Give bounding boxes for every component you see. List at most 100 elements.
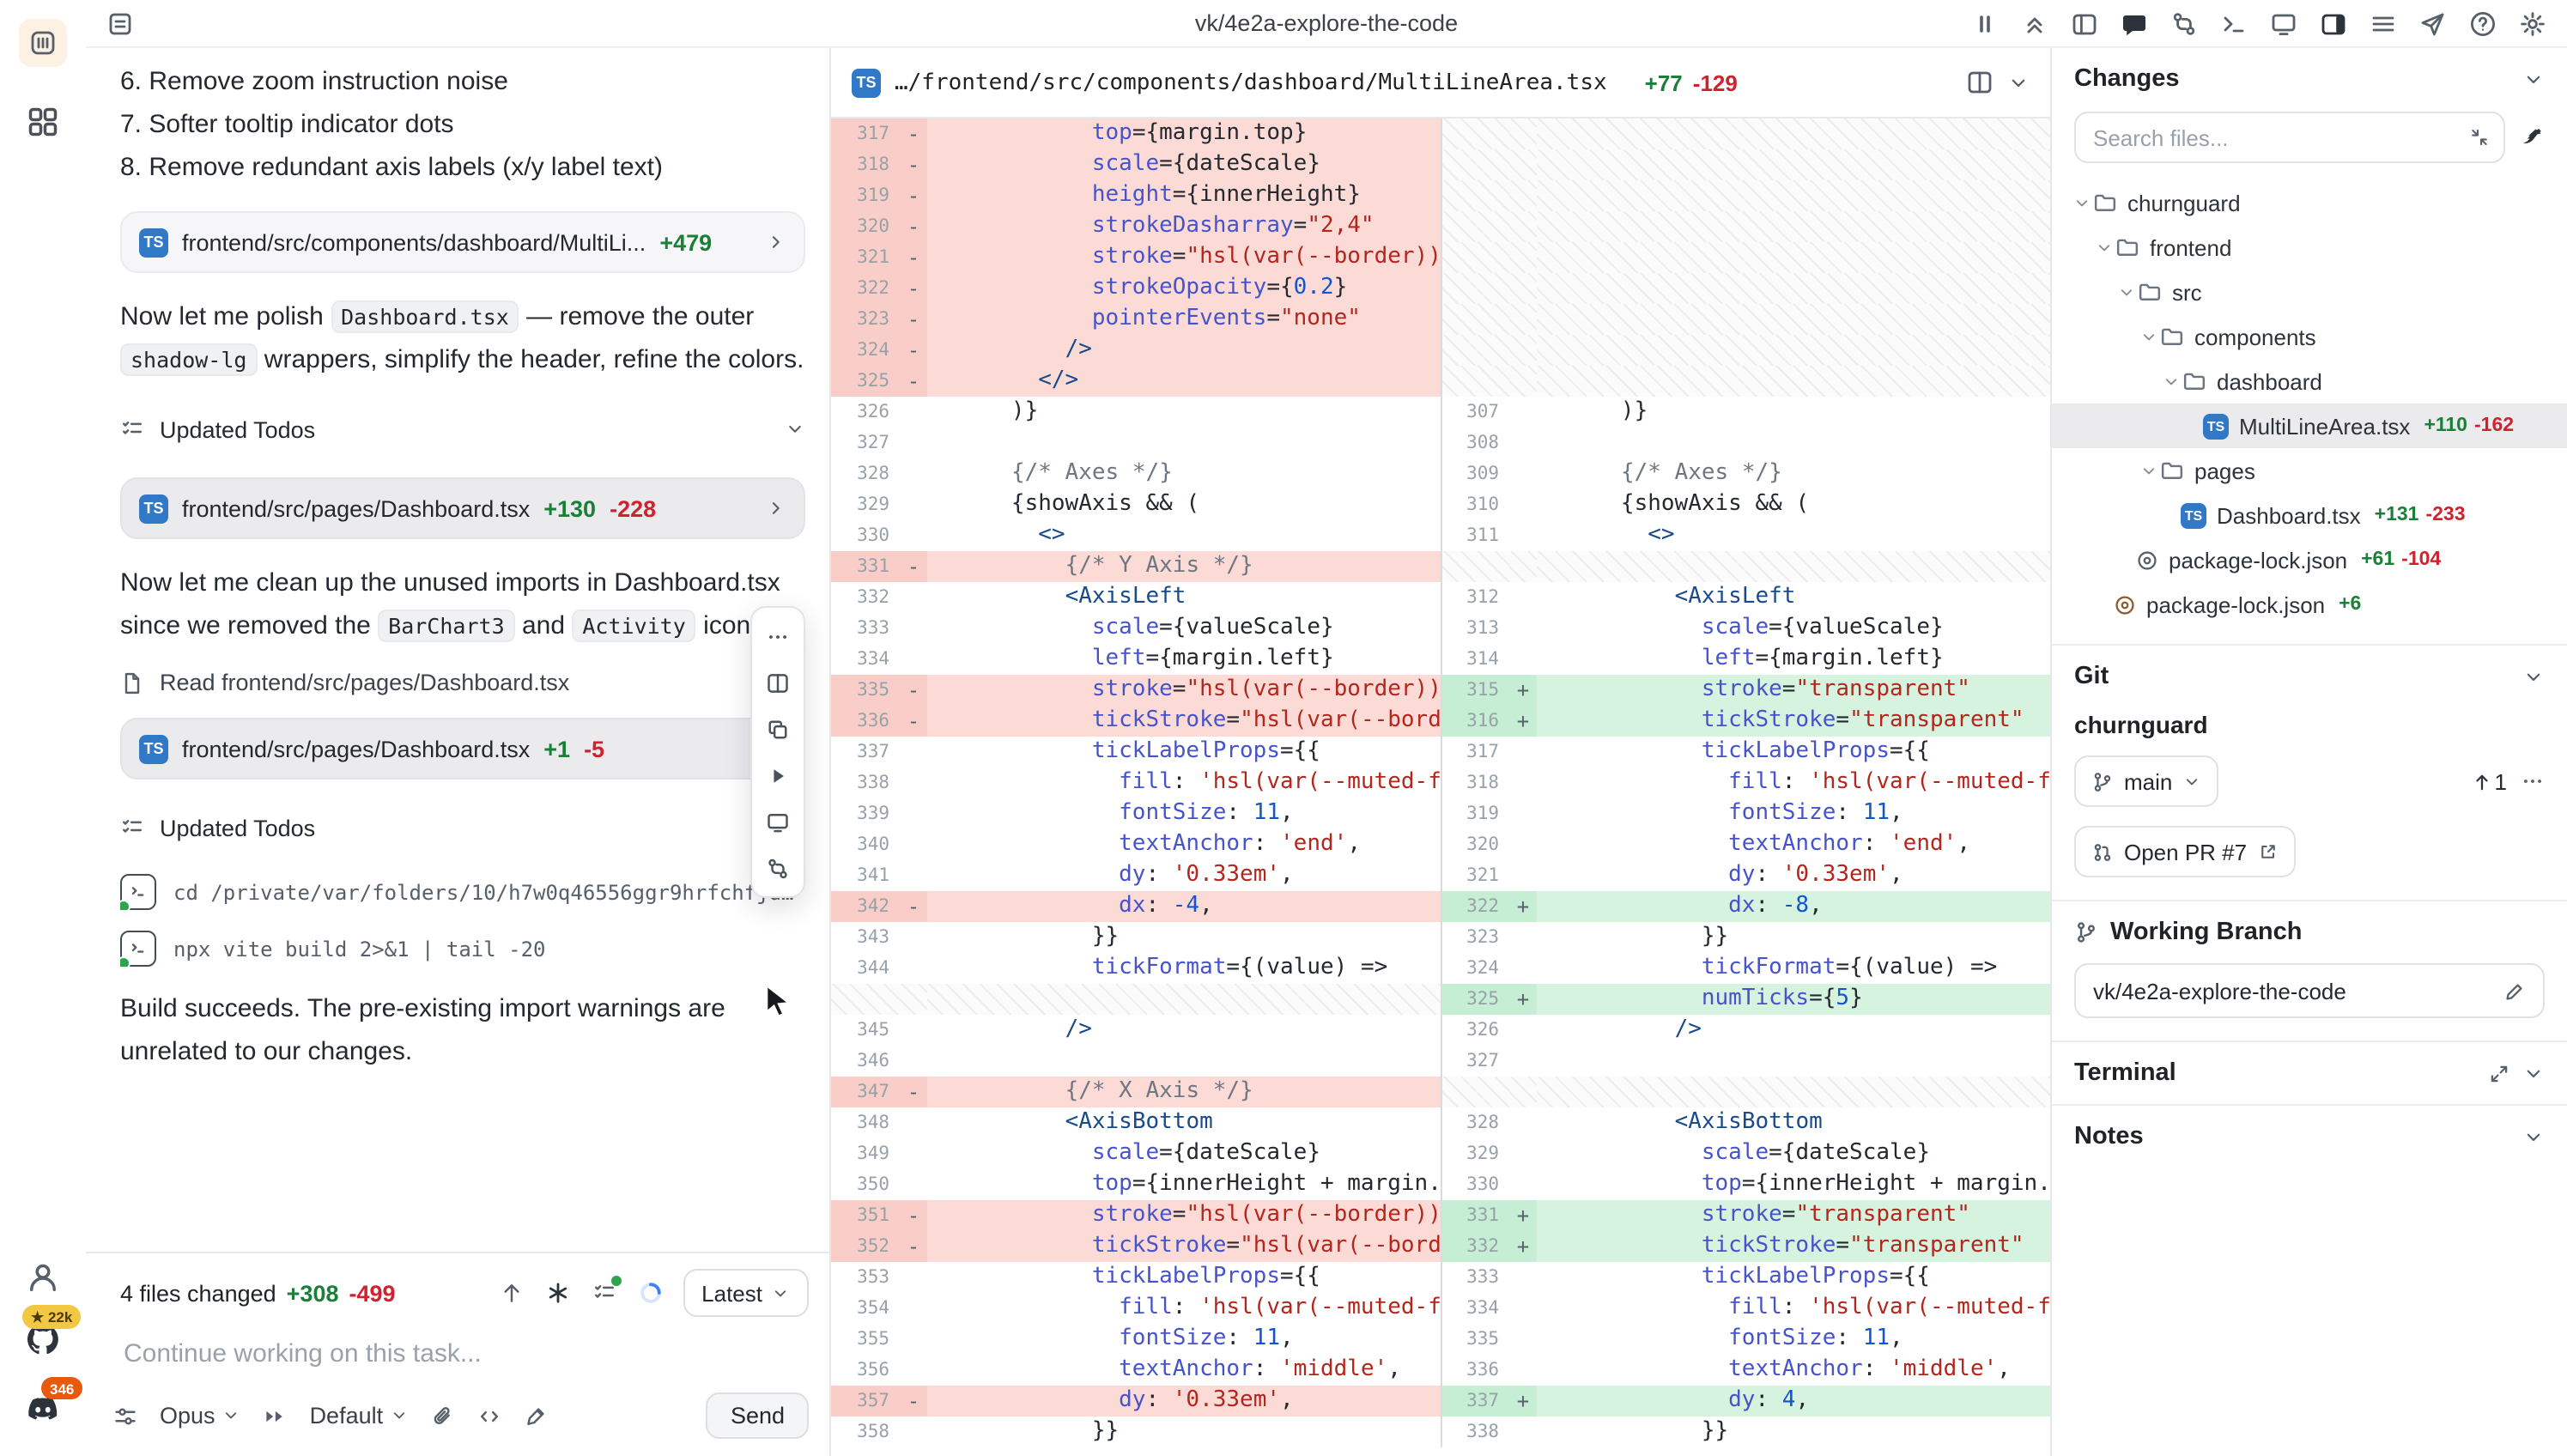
- file-change-chip[interactable]: TS frontend/src/pages/Dashboard.tsx +130…: [120, 477, 805, 539]
- tree-folder-row[interactable]: src: [2052, 270, 2567, 314]
- asterisk-icon[interactable]: [545, 1281, 569, 1305]
- bird-icon[interactable]: [2521, 125, 2545, 149]
- file-search-box[interactable]: [2074, 112, 2505, 163]
- chevron-down-icon: [2522, 1125, 2545, 1148]
- diff-row: 324- />: [831, 335, 2050, 366]
- account-icon[interactable]: [26, 1260, 60, 1295]
- menu-icon[interactable]: [2370, 9, 2397, 37]
- diff-row: 340 textAnchor: 'end',320 textAnchor: 'e…: [831, 829, 2050, 860]
- share-icon[interactable]: [2419, 9, 2447, 37]
- folder-icon: [2182, 369, 2206, 393]
- collapse-all-chevrons-icon[interactable]: [2021, 9, 2048, 37]
- latest-label: Latest: [701, 1280, 762, 1306]
- file-change-chip[interactable]: TS frontend/src/components/dashboard/Mul…: [120, 211, 805, 273]
- tree-item-counts: +6: [2339, 594, 2361, 615]
- tree-folder-row[interactable]: pages: [2052, 448, 2567, 493]
- panel-right-icon[interactable]: [2320, 9, 2347, 37]
- terminal-command: npx vite build 2>&1 | tail -20: [173, 937, 546, 961]
- chevron-down-icon: [2522, 665, 2545, 688]
- monitor-small-icon[interactable]: [752, 798, 804, 845]
- assistant-message: Now let me clean up the unused imports i…: [120, 561, 805, 647]
- changes-section-header[interactable]: Changes: [2052, 48, 2567, 110]
- tree-folder-row[interactable]: churnguard: [2052, 180, 2567, 225]
- todos-status-icon[interactable]: [592, 1281, 616, 1305]
- pen-icon[interactable]: [524, 1404, 548, 1428]
- split-diff-toggle-icon[interactable]: [1966, 69, 1994, 96]
- more-options-icon[interactable]: [2521, 769, 2545, 793]
- mode-dropdown[interactable]: Default: [310, 1403, 410, 1429]
- chat-bubble-icon[interactable]: [2121, 9, 2148, 37]
- pause-icon[interactable]: [1971, 9, 1999, 37]
- hover-toolbar: [750, 606, 805, 898]
- tree-folder-row[interactable]: components: [2052, 314, 2567, 359]
- scroll-up-icon[interactable]: [499, 1281, 523, 1305]
- branch-selector[interactable]: main: [2074, 755, 2218, 807]
- git-title: Git: [2074, 663, 2109, 690]
- ts-file-badge: TS: [139, 228, 168, 257]
- snippet-icon[interactable]: [477, 1404, 501, 1428]
- ts-file-badge: TS: [139, 494, 168, 523]
- chat-scroll-area[interactable]: 6. Remove zoom instruction noise 7. Soft…: [86, 48, 829, 1252]
- tree-folder-row[interactable]: dashboard: [2052, 359, 2567, 403]
- expand-icon[interactable]: [2488, 1062, 2510, 1084]
- panel-left-icon[interactable]: [2071, 9, 2098, 37]
- tree-folder-row[interactable]: frontend: [2052, 225, 2567, 270]
- file-change-chip[interactable]: TS frontend/src/pages/Dashboard.tsx +1 -…: [120, 718, 805, 780]
- projects-grid-icon[interactable]: [26, 105, 60, 139]
- open-pr-button[interactable]: Open PR #7: [2074, 826, 2295, 877]
- checklist-icon: [120, 417, 144, 441]
- git-compare-icon[interactable]: [2170, 9, 2198, 37]
- copy-icon[interactable]: [752, 706, 804, 752]
- options-sliders-icon[interactable]: [113, 1404, 137, 1428]
- edit-branch-icon[interactable]: [2503, 980, 2526, 1002]
- updated-todos-row[interactable]: Updated Todos: [120, 802, 805, 853]
- terminal-command-row[interactable]: cd /private/var/folders/10/h7w0q46556ggr…: [120, 874, 805, 910]
- diff-row: 346327: [831, 1046, 2050, 1077]
- tree-file-row[interactable]: TSDashboard.tsx+131-233: [2052, 493, 2567, 537]
- activity-log-icon[interactable]: [106, 9, 134, 37]
- diff-row: 336- tickStroke="hsl(var(--border))"316+…: [831, 706, 2050, 737]
- play-icon[interactable]: [752, 752, 804, 798]
- open-pr-label: Open PR #7: [2124, 839, 2247, 864]
- changes-title: Changes: [2074, 65, 2180, 93]
- model-dropdown[interactable]: Opus: [160, 1403, 241, 1429]
- compare-icon[interactable]: [752, 845, 804, 891]
- chat-panel: 6. Remove zoom instruction noise 7. Soft…: [86, 48, 831, 1456]
- diff-row: 330 <>311 <>: [831, 520, 2050, 551]
- more-icon[interactable]: [752, 613, 804, 659]
- working-branch-header[interactable]: Working Branch: [2052, 901, 2567, 963]
- help-icon[interactable]: [2469, 9, 2497, 37]
- send-button[interactable]: Send: [707, 1392, 809, 1439]
- diff-row: 325- </>: [831, 366, 2050, 397]
- terminal-icon[interactable]: [2220, 9, 2248, 37]
- chevron-down-icon: [2182, 772, 2201, 791]
- terminal-section-header[interactable]: Terminal: [2052, 1042, 2567, 1104]
- attach-icon[interactable]: [431, 1404, 455, 1428]
- split-diff-icon[interactable]: [752, 659, 804, 706]
- tree-item-name: MultiLineArea.tsx: [2239, 413, 2410, 439]
- search-input[interactable]: [2090, 123, 2459, 152]
- ts-file-badge: TS: [139, 734, 168, 763]
- todo-line: 6. Remove zoom instruction noise: [120, 60, 805, 103]
- chevron-down-icon[interactable]: [2007, 71, 2030, 94]
- git-section-header[interactable]: Git: [2052, 646, 2567, 707]
- updated-todos-row[interactable]: Updated Todos: [120, 403, 805, 455]
- tree-item-name: package-lock.json: [2169, 547, 2347, 573]
- tree-file-row[interactable]: package-lock.json+61-104: [2052, 537, 2567, 582]
- fast-forward-icon[interactable]: [264, 1404, 288, 1428]
- message-input[interactable]: [120, 1338, 802, 1370]
- chevron-down-icon: [2158, 372, 2182, 391]
- settings-gear-icon[interactable]: [2519, 9, 2546, 37]
- terminal-command-row[interactable]: npx vite build 2>&1 | tail -20: [120, 931, 805, 967]
- tree-item-name: package-lock.json: [2146, 592, 2325, 617]
- tree-file-row[interactable]: TSMultiLineArea.tsx+110-162: [2052, 403, 2567, 448]
- notes-section-header[interactable]: Notes: [2052, 1106, 2567, 1168]
- latest-dropdown[interactable]: Latest: [683, 1269, 809, 1317]
- workspace-icon[interactable]: [19, 19, 67, 67]
- read-file-row[interactable]: Read frontend/src/pages/Dashboard.tsx: [120, 670, 805, 695]
- monitor-icon[interactable]: [2270, 9, 2297, 37]
- pull-request-icon: [2091, 840, 2114, 863]
- tree-file-row[interactable]: package-lock.json +6: [2052, 582, 2567, 627]
- collapse-tree-icon[interactable]: [2469, 127, 2490, 148]
- working-branch-box: vk/4e2a-explore-the-code: [2074, 963, 2545, 1018]
